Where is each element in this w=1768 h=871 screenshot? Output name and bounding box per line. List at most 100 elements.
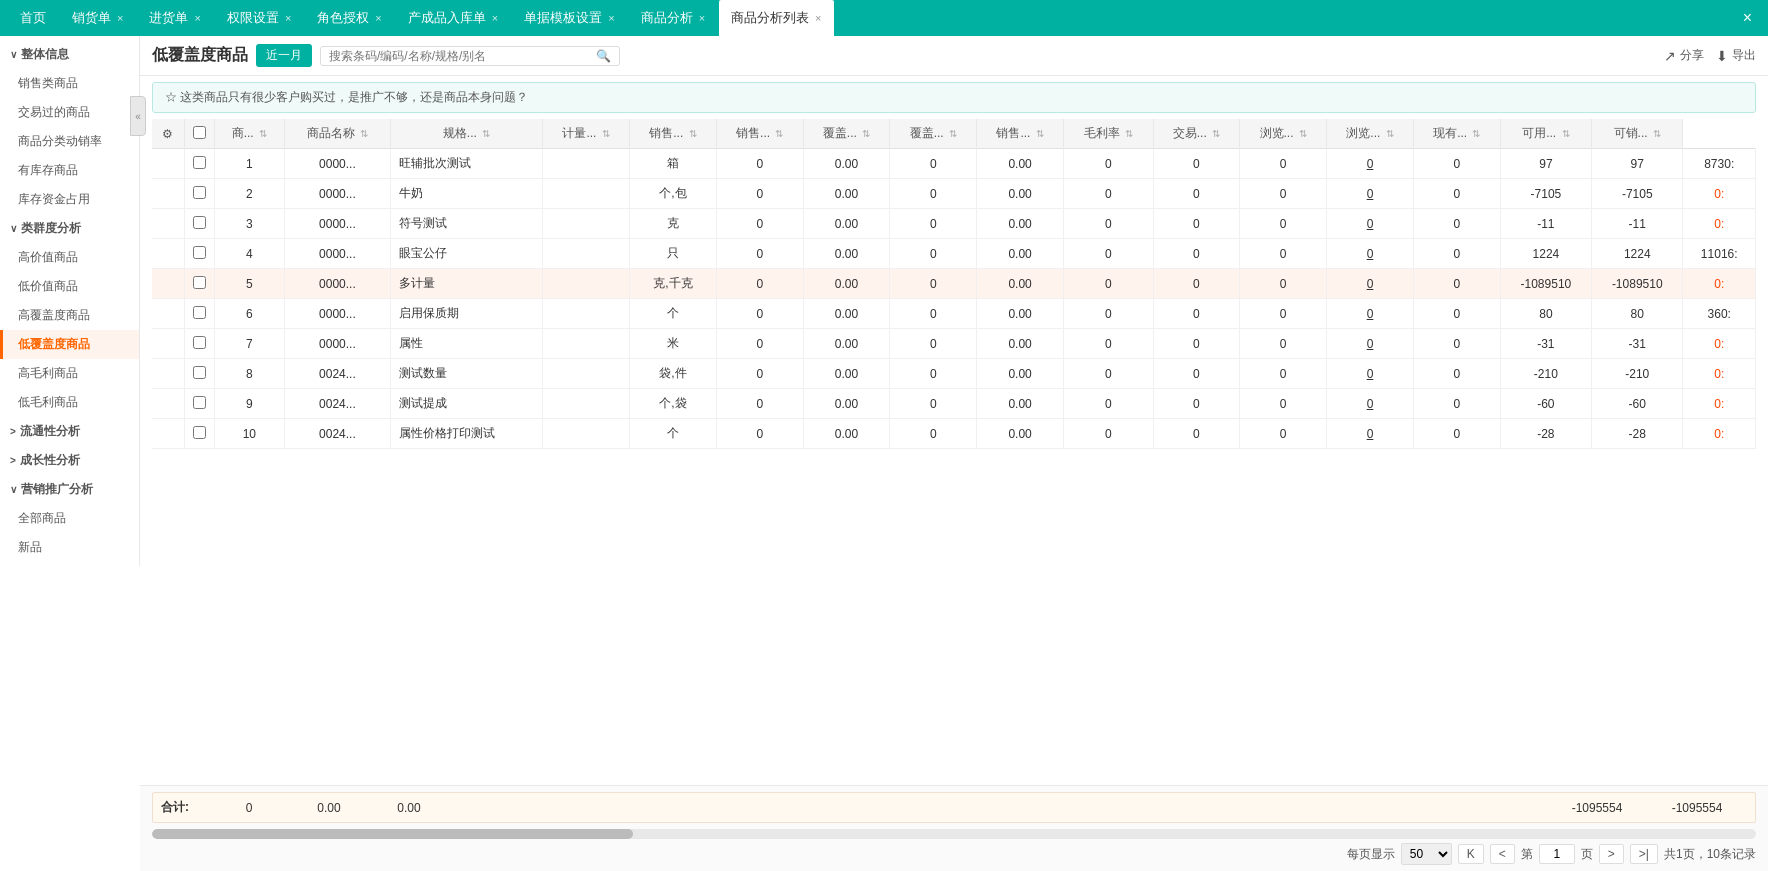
nav-role-auth[interactable]: 角色授权 × — [305, 0, 393, 36]
row-select-checkbox[interactable] — [193, 396, 206, 409]
sidebar-section-cluster[interactable]: ∨ 类群度分析 — [0, 214, 139, 243]
sidebar-item-new-goods[interactable]: 新品 — [0, 533, 139, 562]
row-browse1[interactable]: 0 — [1327, 299, 1414, 329]
row-select-checkbox[interactable] — [193, 156, 206, 169]
sidebar-section-growth[interactable]: > 成长性分析 — [0, 446, 139, 475]
close-icon[interactable]: × — [285, 12, 291, 24]
col-browse2[interactable]: 浏览... ⇅ — [1327, 119, 1414, 149]
nav-template-settings[interactable]: 单据模板设置 × — [512, 0, 626, 36]
col-sales2[interactable]: 销售... ⇅ — [716, 119, 803, 149]
close-icon[interactable]: × — [375, 12, 381, 24]
close-icon[interactable]: × — [194, 12, 200, 24]
sidebar-item-sales-goods[interactable]: 销售类商品 — [0, 69, 139, 98]
col-trade[interactable]: 交易... ⇅ — [1153, 119, 1240, 149]
totals-label: 合计: — [161, 799, 189, 816]
sidebar-item-category-turnover[interactable]: 商品分类动销率 — [0, 127, 139, 156]
col-current[interactable]: 现有... ⇅ — [1413, 119, 1500, 149]
close-icon[interactable]: × — [815, 12, 821, 24]
row-spec — [543, 389, 630, 419]
close-icon[interactable]: × — [117, 12, 123, 24]
next-page-button[interactable]: > — [1599, 844, 1624, 864]
col-saleable[interactable]: 可销... ⇅ — [1592, 119, 1683, 149]
row-unit: 米 — [630, 329, 717, 359]
row-select-checkbox[interactable] — [193, 276, 206, 289]
sidebar-item-high-value[interactable]: 高价值商品 — [0, 243, 139, 272]
horizontal-scrollbar[interactable] — [152, 829, 1756, 839]
sidebar-collapse-button[interactable]: « — [130, 96, 146, 136]
nav-finished-goods[interactable]: 产成品入库单 × — [396, 0, 510, 36]
col-browse1[interactable]: 浏览... ⇅ — [1240, 119, 1327, 149]
page-number-input[interactable] — [1539, 844, 1575, 864]
col-settings[interactable]: ⚙ — [152, 119, 184, 149]
row-select-checkbox[interactable] — [193, 366, 206, 379]
prev-page-button[interactable]: < — [1490, 844, 1515, 864]
col-available[interactable]: 可用... ⇅ — [1500, 119, 1591, 149]
search-icon[interactable]: 🔍 — [596, 49, 611, 63]
nav-product-analysis[interactable]: 商品分析 × — [629, 0, 717, 36]
row-select-checkbox[interactable] — [193, 216, 206, 229]
select-all-checkbox[interactable] — [193, 126, 206, 139]
sidebar-section-marketing[interactable]: ∨ 营销推广分析 — [0, 475, 139, 504]
col-cover1[interactable]: 覆盖... ⇅ — [803, 119, 890, 149]
row-select-checkbox[interactable] — [193, 186, 206, 199]
sidebar-item-inventory-capital[interactable]: 库存资金占用 — [0, 185, 139, 214]
row-browse1[interactable]: 0 — [1327, 329, 1414, 359]
col-no[interactable]: 商... ⇅ — [214, 119, 285, 149]
row-browse1[interactable]: 0 — [1327, 179, 1414, 209]
close-icon[interactable]: × — [492, 12, 498, 24]
row-browse1[interactable]: 0 — [1327, 359, 1414, 389]
scrollbar-thumb[interactable] — [152, 829, 633, 839]
row-browse1[interactable]: 0 — [1327, 269, 1414, 299]
row-browse1[interactable]: 0 — [1327, 239, 1414, 269]
table-row: 1 0000... 旺辅批次测试 箱 0 0.00 0 0.00 0 0 0 0… — [152, 149, 1756, 179]
sidebar-item-high-coverage[interactable]: 高覆盖度商品 — [0, 301, 139, 330]
row-select-checkbox[interactable] — [193, 306, 206, 319]
sidebar-item-in-stock-goods[interactable]: 有库存商品 — [0, 156, 139, 185]
row-browse1[interactable]: 0 — [1327, 149, 1414, 179]
sidebar-item-traded-goods[interactable]: 交易过的商品 — [0, 98, 139, 127]
close-icon[interactable]: × — [699, 12, 705, 24]
sidebar-section-circulation[interactable]: > 流通性分析 — [0, 417, 139, 446]
nav-sales-order[interactable]: 销货单 × — [60, 0, 135, 36]
col-gross[interactable]: 毛利率 ⇅ — [1064, 119, 1154, 149]
col-sales3[interactable]: 销售... ⇅ — [977, 119, 1064, 149]
nav-home[interactable]: 首页 — [8, 0, 58, 36]
sidebar-item-high-margin[interactable]: 高毛利商品 — [0, 359, 139, 388]
row-available: 97 — [1592, 149, 1683, 179]
export-button[interactable]: ⬇ 导出 — [1716, 47, 1756, 64]
nav-permission-settings[interactable]: 权限设置 × — [215, 0, 303, 36]
col-sales1[interactable]: 销售... ⇅ — [630, 119, 717, 149]
close-icon[interactable]: × — [608, 12, 614, 24]
main-layout: ∨ 整体信息 销售类商品 交易过的商品 商品分类动销率 有库存商品 库存资金占用… — [0, 36, 1768, 871]
first-page-button[interactable]: K — [1458, 844, 1484, 864]
last-page-button[interactable]: >| — [1630, 844, 1658, 864]
row-available: -60 — [1592, 389, 1683, 419]
row-select-checkbox[interactable] — [193, 336, 206, 349]
row-browse1[interactable]: 0 — [1327, 419, 1414, 449]
nav-close-all-button[interactable]: × — [1735, 9, 1760, 27]
col-name[interactable]: 商品名称 ⇅ — [285, 119, 391, 149]
row-sales1: 0 — [716, 419, 803, 449]
row-browse2: 0 — [1413, 149, 1500, 179]
sidebar-section-overall[interactable]: ∨ 整体信息 — [0, 40, 139, 69]
time-filter-button[interactable]: 近一月 — [256, 44, 312, 67]
row-sales2: 0.00 — [803, 269, 890, 299]
sidebar-item-low-value[interactable]: 低价值商品 — [0, 272, 139, 301]
row-browse1[interactable]: 0 — [1327, 209, 1414, 239]
search-input[interactable] — [329, 49, 592, 63]
sidebar-item-low-coverage[interactable]: 低覆盖度商品 — [0, 330, 139, 359]
share-button[interactable]: ↗ 分享 — [1664, 47, 1704, 64]
col-cover2[interactable]: 覆盖... ⇅ — [890, 119, 977, 149]
row-select-checkbox[interactable] — [193, 426, 206, 439]
per-page-select[interactable]: 50 20 100 — [1401, 843, 1452, 865]
row-code: 0000... — [285, 299, 391, 329]
nav-purchase-order[interactable]: 进货单 × — [137, 0, 212, 36]
nav-product-analysis-list[interactable]: 商品分析列表 × — [719, 0, 833, 36]
row-select-checkbox[interactable] — [193, 246, 206, 259]
sidebar-item-low-margin[interactable]: 低毛利商品 — [0, 388, 139, 417]
col-spec[interactable]: 规格... ⇅ — [390, 119, 542, 149]
sidebar-item-all-goods[interactable]: 全部商品 — [0, 504, 139, 533]
per-page-label: 每页显示 — [1347, 846, 1395, 863]
row-browse1[interactable]: 0 — [1327, 389, 1414, 419]
col-unit[interactable]: 计量... ⇅ — [543, 119, 630, 149]
